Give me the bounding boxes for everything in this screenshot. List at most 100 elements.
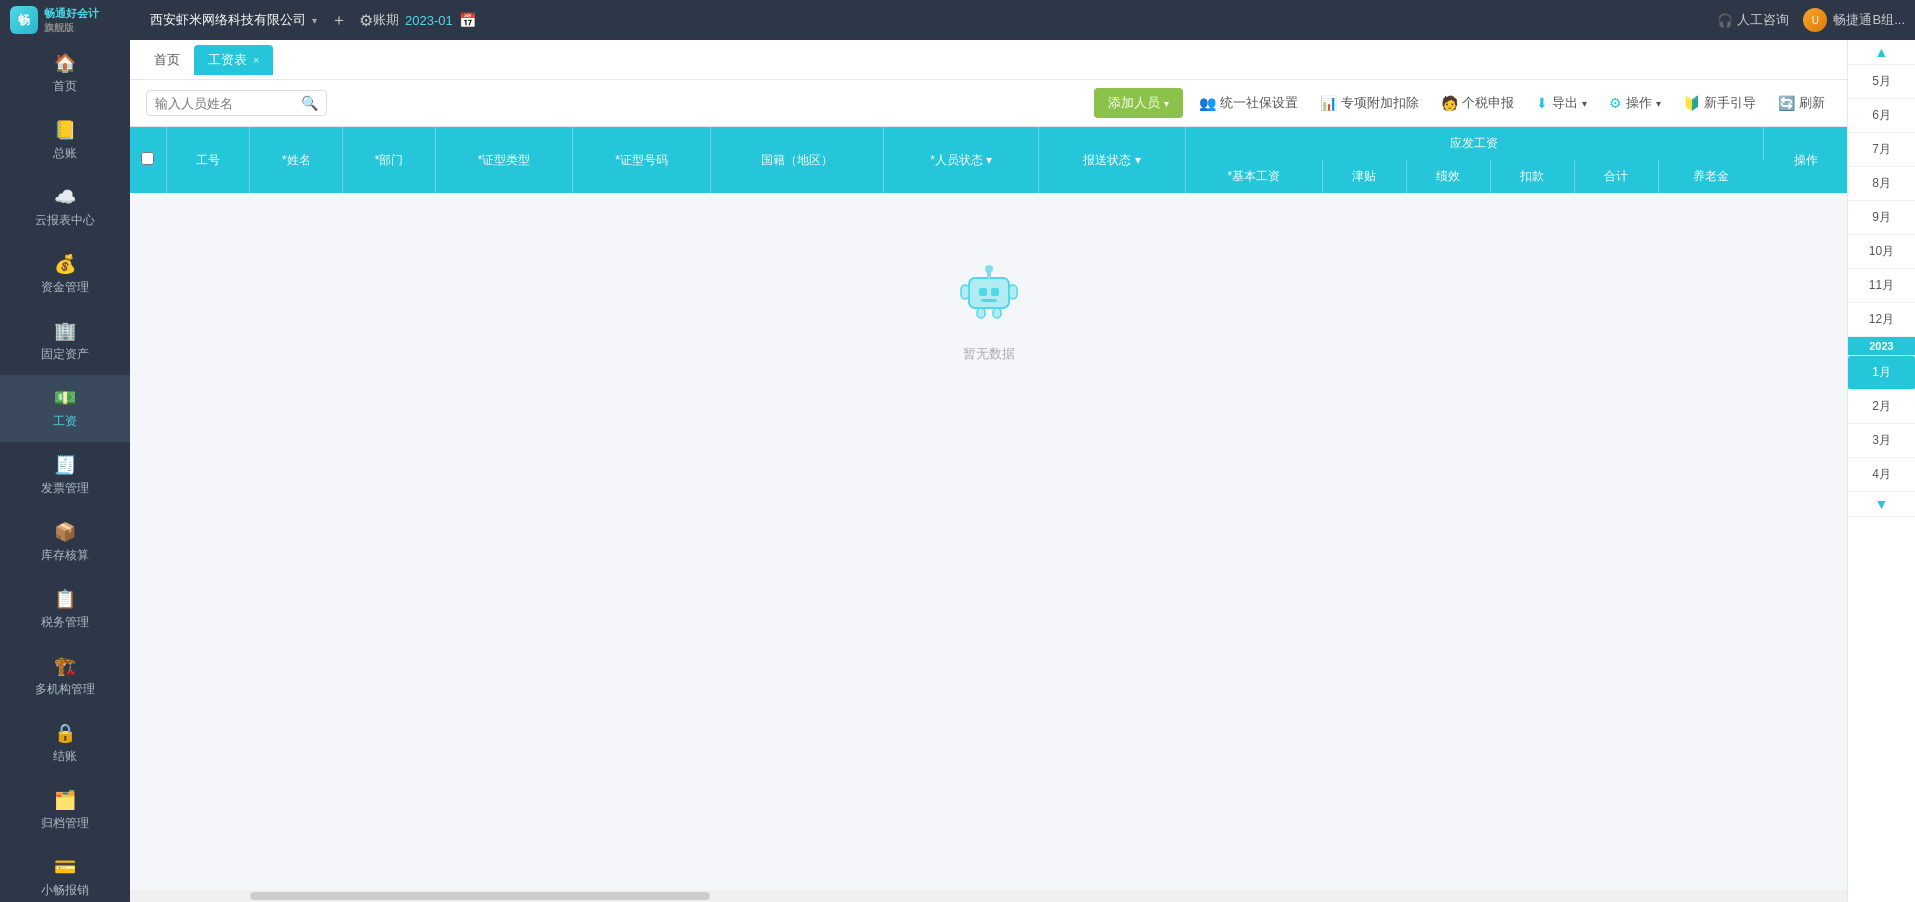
app-title: 畅通好会计 bbox=[44, 6, 99, 21]
sidebar-item-inventory[interactable]: 📦 库存核算 bbox=[0, 509, 130, 576]
add-person-chevron-icon: ▾ bbox=[1164, 98, 1169, 109]
sidebar-item-invoice[interactable]: 🧾 发票管理 bbox=[0, 442, 130, 509]
table-wrap: 工号 *姓名 *部门 *证型类型 *证型号码 国籍（地区） *人员状态 ▾ 报送… bbox=[130, 127, 1847, 890]
th-payroll-group: 应发工资 bbox=[1185, 127, 1764, 160]
empty-state: 暂无数据 bbox=[130, 193, 1847, 423]
month-item-2[interactable]: 2月 bbox=[1848, 390, 1915, 424]
sidebar-item-assets[interactable]: 🏢 固定资产 bbox=[0, 308, 130, 375]
operation-button[interactable]: ⚙ 操作 ▾ bbox=[1603, 90, 1667, 116]
header-actions: ＋ ⚙ bbox=[331, 10, 373, 31]
month-scroll-down-button[interactable]: ▼ bbox=[1848, 492, 1915, 517]
special-deduction-button[interactable]: 📊 专项附加扣除 bbox=[1314, 90, 1425, 116]
th-base-salary: *基本工资 bbox=[1185, 160, 1322, 193]
checkbox-header[interactable] bbox=[130, 127, 166, 193]
sidebar-label-fund: 资金管理 bbox=[41, 279, 89, 296]
support-button[interactable]: 🎧 人工咨询 bbox=[1717, 11, 1789, 29]
month-item-12[interactable]: 12月 bbox=[1848, 303, 1915, 337]
newbie-guide-button[interactable]: 🔰 新手引导 bbox=[1677, 90, 1762, 116]
fund-icon: 💰 bbox=[54, 253, 76, 275]
close-period-icon: 🔒 bbox=[54, 722, 76, 744]
sidebar-item-close[interactable]: 🔒 结账 bbox=[0, 710, 130, 777]
export-icon: ⬇ bbox=[1536, 95, 1548, 111]
logo-area: 畅 畅通好会计 旗舰版 bbox=[10, 6, 140, 35]
sidebar-label-home: 首页 bbox=[53, 78, 77, 95]
add-button[interactable]: ＋ bbox=[331, 10, 347, 31]
special-deduction-icon: 📊 bbox=[1320, 95, 1337, 111]
sidebar-label-archive: 归档管理 bbox=[41, 815, 89, 832]
operation-icon: ⚙ bbox=[1609, 95, 1622, 111]
top-header: 畅 畅通好会计 旗舰版 西安虾米网络科技有限公司 ▾ ＋ ⚙ 账期 2023-0… bbox=[0, 0, 1915, 40]
year-badge: 2023 bbox=[1848, 337, 1915, 356]
scrollbar-thumb bbox=[250, 892, 710, 900]
export-label: 导出 bbox=[1552, 94, 1578, 112]
svg-point-5 bbox=[985, 265, 993, 273]
social-security-icon: 👥 bbox=[1199, 95, 1216, 111]
th-cert-type: *证型类型 bbox=[435, 127, 572, 193]
calendar-icon[interactable]: 📅 bbox=[459, 12, 476, 28]
cloud-icon: ☁️ bbox=[54, 186, 76, 208]
social-security-button[interactable]: 👥 统一社保设置 bbox=[1193, 90, 1304, 116]
select-all-checkbox[interactable] bbox=[141, 152, 154, 165]
tab-home[interactable]: 首页 bbox=[140, 45, 194, 75]
sidebar-item-multi[interactable]: 🏗️ 多机构管理 bbox=[0, 643, 130, 710]
th-person-status[interactable]: *人员状态 ▾ bbox=[884, 127, 1039, 193]
sidebar-item-archive[interactable]: 🗂️ 归档管理 bbox=[0, 777, 130, 844]
tax-report-button[interactable]: 🧑 个税申报 bbox=[1435, 90, 1520, 116]
empty-text: 暂无数据 bbox=[963, 345, 1015, 363]
month-item-4[interactable]: 4月 bbox=[1848, 458, 1915, 492]
th-total: 合计 bbox=[1574, 160, 1658, 193]
month-item-7[interactable]: 7月 bbox=[1848, 133, 1915, 167]
sidebar-label-cloud: 云报表中心 bbox=[35, 212, 95, 229]
th-pension: 养老金 bbox=[1658, 160, 1763, 193]
sidebar-label-ledger: 总账 bbox=[53, 145, 77, 162]
refresh-icon: 🔄 bbox=[1778, 95, 1795, 111]
th-report-status[interactable]: 报送状态 ▾ bbox=[1039, 127, 1185, 193]
refresh-button[interactable]: 🔄 刷新 bbox=[1772, 90, 1831, 116]
month-item-5[interactable]: 5月 bbox=[1848, 65, 1915, 99]
month-item-6[interactable]: 6月 bbox=[1848, 99, 1915, 133]
settings-icon-btn[interactable]: ⚙ bbox=[359, 11, 373, 30]
tab-close-icon[interactable]: × bbox=[253, 54, 259, 66]
empty-icon bbox=[949, 253, 1029, 333]
payroll-table: 工号 *姓名 *部门 *证型类型 *证型号码 国籍（地区） *人员状态 ▾ 报送… bbox=[130, 127, 1847, 193]
month-item-11[interactable]: 11月 bbox=[1848, 269, 1915, 303]
sidebar-item-fund[interactable]: 💰 资金管理 bbox=[0, 241, 130, 308]
month-item-9[interactable]: 9月 bbox=[1848, 201, 1915, 235]
svg-rect-9 bbox=[993, 308, 1001, 318]
sidebar-item-expense[interactable]: 💳 小畅报销 bbox=[0, 844, 130, 902]
sidebar-item-ledger[interactable]: 📒 总账 bbox=[0, 107, 130, 174]
account-period: 账期 2023-01 📅 bbox=[373, 11, 476, 29]
assets-icon: 🏢 bbox=[54, 320, 76, 342]
sidebar-label-invoice: 发票管理 bbox=[41, 480, 89, 497]
period-value: 2023-01 bbox=[405, 13, 453, 28]
expense-icon: 💳 bbox=[54, 856, 76, 878]
month-item-1-active[interactable]: 1月 bbox=[1848, 356, 1915, 390]
special-deduction-label: 专项附加扣除 bbox=[1341, 94, 1419, 112]
export-chevron-icon: ▾ bbox=[1582, 98, 1587, 109]
sidebar-item-payroll[interactable]: 💵 工资 bbox=[0, 375, 130, 442]
company-selector[interactable]: 西安虾米网络科技有限公司 ▾ bbox=[150, 11, 317, 29]
add-person-button[interactable]: 添加人员 ▾ bbox=[1094, 88, 1183, 118]
svg-rect-6 bbox=[961, 285, 969, 299]
month-item-3[interactable]: 3月 bbox=[1848, 424, 1915, 458]
operation-chevron-icon: ▾ bbox=[1656, 98, 1661, 109]
user-info[interactable]: U 畅捷通B组... bbox=[1803, 8, 1905, 32]
invoice-icon: 🧾 bbox=[54, 454, 76, 476]
search-input[interactable] bbox=[155, 96, 295, 111]
newbie-guide-label: 新手引导 bbox=[1704, 94, 1756, 112]
month-scroll-up-button[interactable]: ▲ bbox=[1848, 40, 1915, 65]
month-item-8[interactable]: 8月 bbox=[1848, 167, 1915, 201]
sidebar-item-home[interactable]: 🏠 首页 bbox=[0, 40, 130, 107]
th-dept: *部门 bbox=[343, 127, 436, 193]
table-scrollbar[interactable] bbox=[130, 890, 1847, 902]
export-button[interactable]: ⬇ 导出 ▾ bbox=[1530, 90, 1593, 116]
sidebar-item-cloud[interactable]: ☁️ 云报表中心 bbox=[0, 174, 130, 241]
person-status-filter-icon: ▾ bbox=[986, 153, 992, 167]
th-performance: 绩效 bbox=[1406, 160, 1490, 193]
month-item-10[interactable]: 10月 bbox=[1848, 235, 1915, 269]
sidebar-item-tax[interactable]: 📋 税务管理 bbox=[0, 576, 130, 643]
th-operations: 操作 bbox=[1764, 127, 1847, 193]
sidebar-label-close: 结账 bbox=[53, 748, 77, 765]
tab-payroll[interactable]: 工资表 × bbox=[194, 45, 273, 75]
th-allowance: 津贴 bbox=[1322, 160, 1406, 193]
